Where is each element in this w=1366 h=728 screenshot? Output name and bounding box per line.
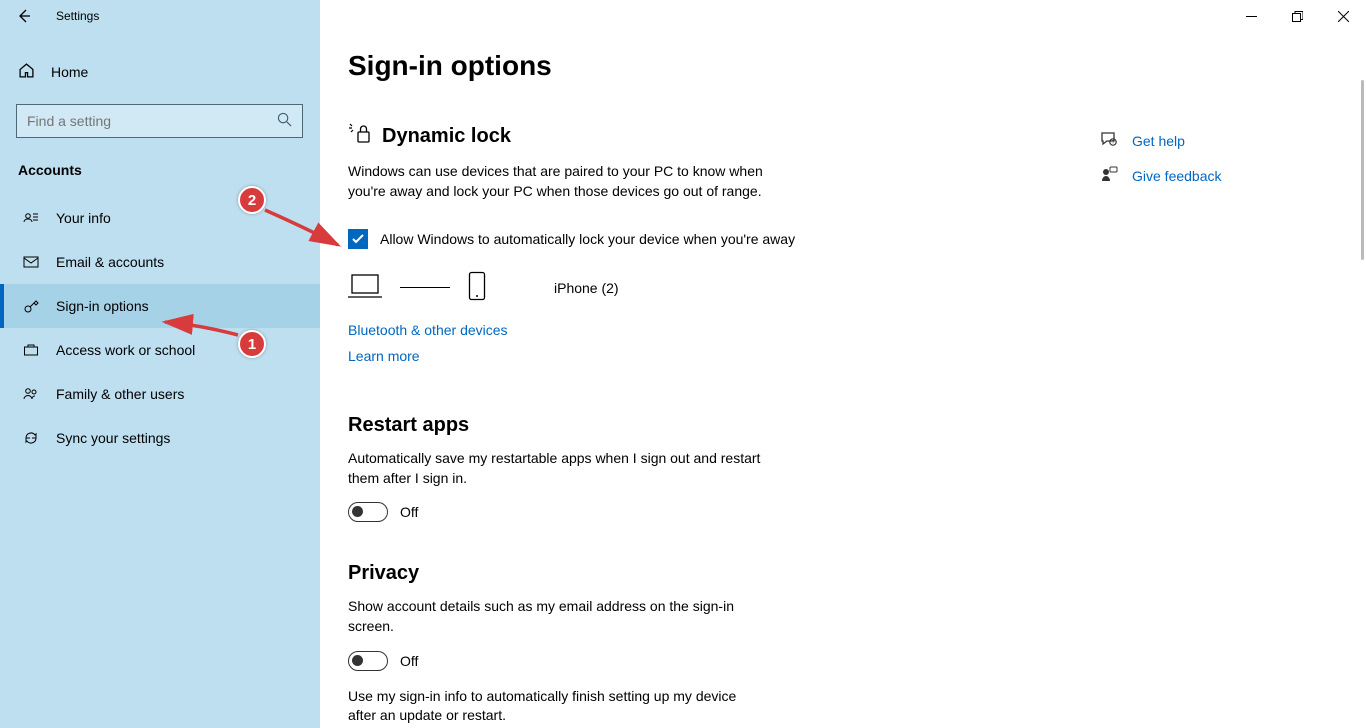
section-privacy: Privacy Show account details such as my … bbox=[348, 562, 968, 725]
maximize-icon bbox=[1292, 11, 1303, 22]
dynamic-lock-checkbox-row[interactable]: Allow Windows to automatically lock your… bbox=[348, 229, 968, 249]
dynamic-lock-icon bbox=[348, 122, 372, 150]
home-nav[interactable]: Home bbox=[0, 50, 320, 94]
person-card-icon bbox=[22, 209, 40, 227]
get-help-link[interactable]: ? Get help bbox=[1100, 130, 1222, 151]
section-dynamic-lock: Dynamic lock Windows can use devices tha… bbox=[348, 122, 968, 374]
sidebar: Home Accounts Your info Email & accounts bbox=[0, 0, 320, 728]
privacy-toggle[interactable] bbox=[348, 651, 388, 671]
check-icon bbox=[351, 232, 365, 246]
maximize-button[interactable] bbox=[1274, 0, 1320, 32]
arrow-left-icon bbox=[16, 8, 32, 24]
svg-text:?: ? bbox=[1112, 140, 1115, 146]
get-help-label: Get help bbox=[1132, 133, 1185, 149]
section-heading: Restart apps bbox=[348, 414, 968, 437]
back-button[interactable] bbox=[0, 0, 48, 32]
sidebar-item-access-work-school[interactable]: Access work or school bbox=[0, 328, 320, 372]
sidebar-section-accounts: Accounts bbox=[0, 154, 320, 196]
section-restart-apps: Restart apps Automatically save my resta… bbox=[348, 414, 968, 522]
section-heading: Privacy bbox=[348, 562, 968, 585]
window-title: Settings bbox=[48, 9, 99, 23]
window-controls bbox=[1228, 0, 1366, 32]
sidebar-item-sign-in-options[interactable]: Sign-in options bbox=[0, 284, 320, 328]
bluetooth-devices-link[interactable]: Bluetooth & other devices bbox=[348, 322, 508, 338]
content-area: Sign-in options Dynamic lock Windows can… bbox=[320, 0, 1366, 728]
sidebar-item-label: Your info bbox=[56, 210, 111, 226]
home-icon bbox=[18, 62, 35, 82]
toggle-label: Off bbox=[400, 504, 418, 520]
sidebar-item-label: Sync your settings bbox=[56, 430, 170, 446]
give-feedback-label: Give feedback bbox=[1132, 168, 1222, 184]
sidebar-item-your-info[interactable]: Your info bbox=[0, 196, 320, 240]
people-icon bbox=[22, 385, 40, 403]
chat-help-icon: ? bbox=[1100, 130, 1118, 151]
right-panel: ? Get help Give feedback bbox=[1100, 130, 1222, 200]
close-icon bbox=[1338, 11, 1349, 22]
connection-line-icon bbox=[400, 287, 450, 288]
page-title: Sign-in options bbox=[348, 50, 1326, 82]
laptop-icon bbox=[348, 273, 382, 302]
sidebar-item-label: Sign-in options bbox=[56, 298, 149, 314]
section-heading: Dynamic lock bbox=[382, 125, 511, 148]
privacy-extra-text: Use my sign-in info to automatically fin… bbox=[348, 687, 768, 726]
learn-more-link[interactable]: Learn more bbox=[348, 348, 420, 364]
annotation-marker-1: 1 bbox=[238, 330, 266, 358]
minimize-icon bbox=[1246, 11, 1257, 22]
paired-device-name: iPhone (2) bbox=[554, 280, 619, 296]
give-feedback-link[interactable]: Give feedback bbox=[1100, 165, 1222, 186]
sidebar-item-sync-settings[interactable]: Sync your settings bbox=[0, 416, 320, 460]
mail-icon bbox=[22, 253, 40, 271]
home-label: Home bbox=[51, 64, 88, 80]
close-button[interactable] bbox=[1320, 0, 1366, 32]
minimize-button[interactable] bbox=[1228, 0, 1274, 32]
search-input[interactable] bbox=[27, 113, 277, 129]
phone-icon bbox=[468, 271, 486, 304]
sidebar-item-family-other-users[interactable]: Family & other users bbox=[0, 372, 320, 416]
sidebar-item-label: Email & accounts bbox=[56, 254, 164, 270]
annotation-marker-2: 2 bbox=[238, 186, 266, 214]
section-description: Automatically save my restartable apps w… bbox=[348, 449, 768, 488]
scrollbar-thumb[interactable] bbox=[1361, 80, 1364, 260]
key-icon bbox=[22, 297, 40, 315]
sidebar-item-email-accounts[interactable]: Email & accounts bbox=[0, 240, 320, 284]
briefcase-icon bbox=[22, 341, 40, 359]
checkbox-checked[interactable] bbox=[348, 229, 368, 249]
title-bar: Settings bbox=[0, 0, 1366, 32]
sidebar-item-label: Family & other users bbox=[56, 386, 184, 402]
feedback-icon bbox=[1100, 165, 1118, 186]
search-icon bbox=[277, 112, 292, 130]
search-box[interactable] bbox=[16, 104, 303, 138]
section-description: Windows can use devices that are paired … bbox=[348, 162, 768, 201]
checkbox-label: Allow Windows to automatically lock your… bbox=[380, 231, 795, 247]
sync-icon bbox=[22, 429, 40, 447]
restart-apps-toggle[interactable] bbox=[348, 502, 388, 522]
section-description: Show account details such as my email ad… bbox=[348, 597, 768, 636]
sidebar-item-label: Access work or school bbox=[56, 342, 195, 358]
toggle-label: Off bbox=[400, 653, 418, 669]
paired-device-row: iPhone (2) bbox=[348, 271, 968, 304]
